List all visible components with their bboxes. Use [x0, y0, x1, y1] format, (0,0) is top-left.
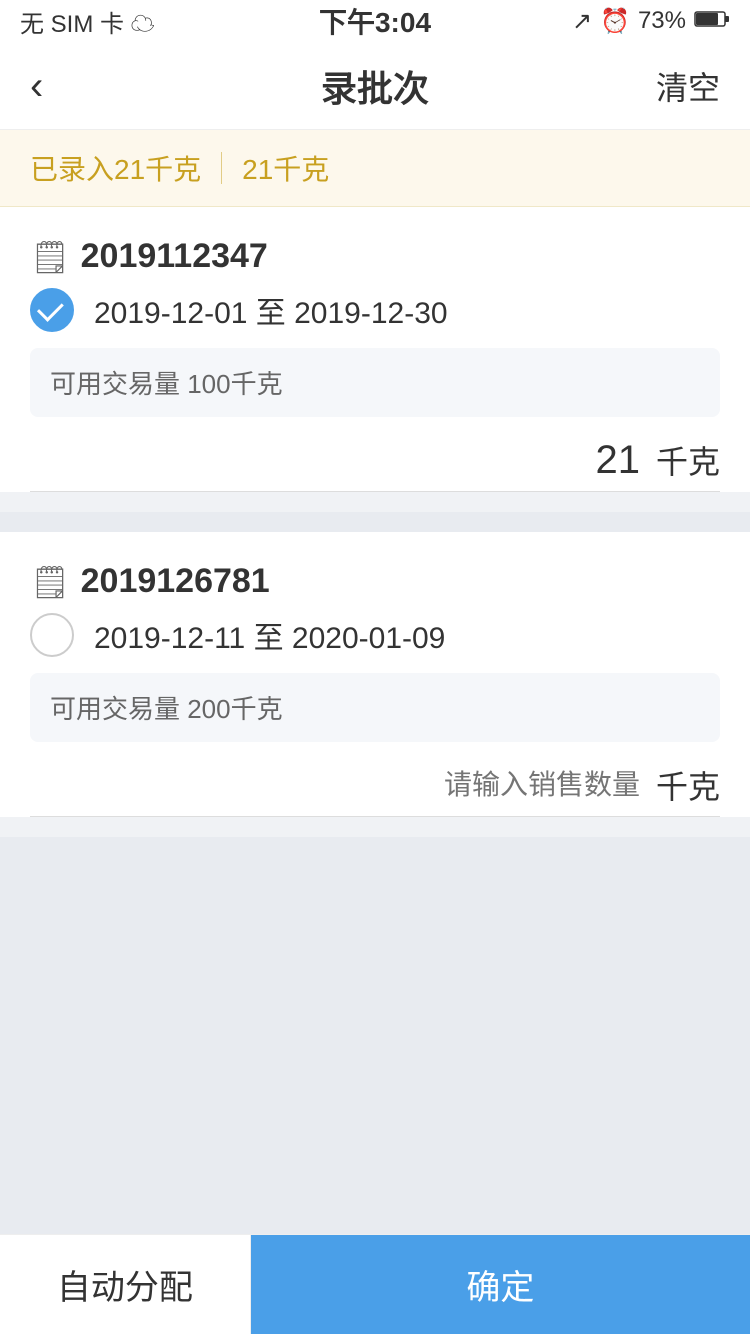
- batch1-quantity-row: 千克: [0, 417, 750, 483]
- alarm-icon: ⏰: [600, 7, 630, 36]
- batch2-available: 可用交易量 200千克: [30, 673, 720, 742]
- sim-status: 无 SIM 卡 ☁: [20, 4, 155, 39]
- bottom-bar: 自动分配 确定: [0, 1234, 750, 1334]
- info-divider: [221, 152, 222, 184]
- section-divider: [0, 512, 750, 532]
- battery-level: 73%: [638, 7, 686, 35]
- batch1-icon: 🗒: [30, 238, 71, 276]
- page-title: 录批次: [321, 60, 429, 112]
- nav-bar: ‹ 录批次 清空: [0, 42, 750, 130]
- batch1-radio[interactable]: [30, 288, 74, 332]
- confirm-button[interactable]: 确定: [251, 1235, 750, 1334]
- batch2-number: 2019126781: [81, 562, 270, 601]
- batch1-unit: 千克: [656, 437, 720, 483]
- batch2-underline: [30, 816, 720, 817]
- status-bar-left: 无 SIM 卡 ☁: [20, 4, 155, 39]
- batch1-available: 可用交易量 100千克: [30, 348, 720, 417]
- empty-area: [0, 837, 750, 1277]
- batch-item-1: 🗒 2019112347 2019-12-01 至 2019-12-30 可用交…: [0, 207, 750, 492]
- batch1-date: 2019-12-01 至 2019-12-30: [94, 288, 448, 332]
- batch2-quantity-row: 千克: [0, 742, 750, 808]
- batch1-header: 🗒 2019112347: [30, 237, 720, 276]
- batch1-number: 2019112347: [81, 237, 268, 276]
- status-bar-right: ↗ ⏰ 73%: [572, 7, 730, 36]
- batch2-radio[interactable]: [30, 613, 74, 657]
- batch2-quantity-input[interactable]: [340, 769, 640, 801]
- batch2-date-row: 2019-12-11 至 2020-01-09: [30, 613, 720, 657]
- recorded-amount: 已录入21千克: [30, 148, 201, 188]
- battery-icon: [694, 7, 730, 35]
- batch-item-2: 🗒 2019126781 2019-12-11 至 2020-01-09 可用交…: [0, 532, 750, 817]
- back-button[interactable]: ‹: [30, 66, 43, 106]
- auto-distribute-button[interactable]: 自动分配: [0, 1235, 251, 1334]
- location-icon: ↗: [572, 7, 592, 36]
- batch1-underline: [30, 491, 720, 492]
- batch2-unit: 千克: [656, 762, 720, 808]
- batch2-icon: 🗒: [30, 563, 71, 601]
- status-bar-time: 下午3:04: [319, 1, 431, 41]
- batch1-date-row: 2019-12-01 至 2019-12-30: [30, 288, 720, 332]
- batch2-date: 2019-12-11 至 2020-01-09: [94, 613, 445, 657]
- batch2-header: 🗒 2019126781: [30, 562, 720, 601]
- info-bar: 已录入21千克 21千克: [0, 130, 750, 207]
- batch1-quantity-input[interactable]: [520, 438, 640, 483]
- status-bar: 无 SIM 卡 ☁ 下午3:04 ↗ ⏰ 73%: [0, 0, 750, 42]
- clear-button[interactable]: 清空: [656, 63, 720, 109]
- recorded-value: 21千克: [242, 148, 329, 188]
